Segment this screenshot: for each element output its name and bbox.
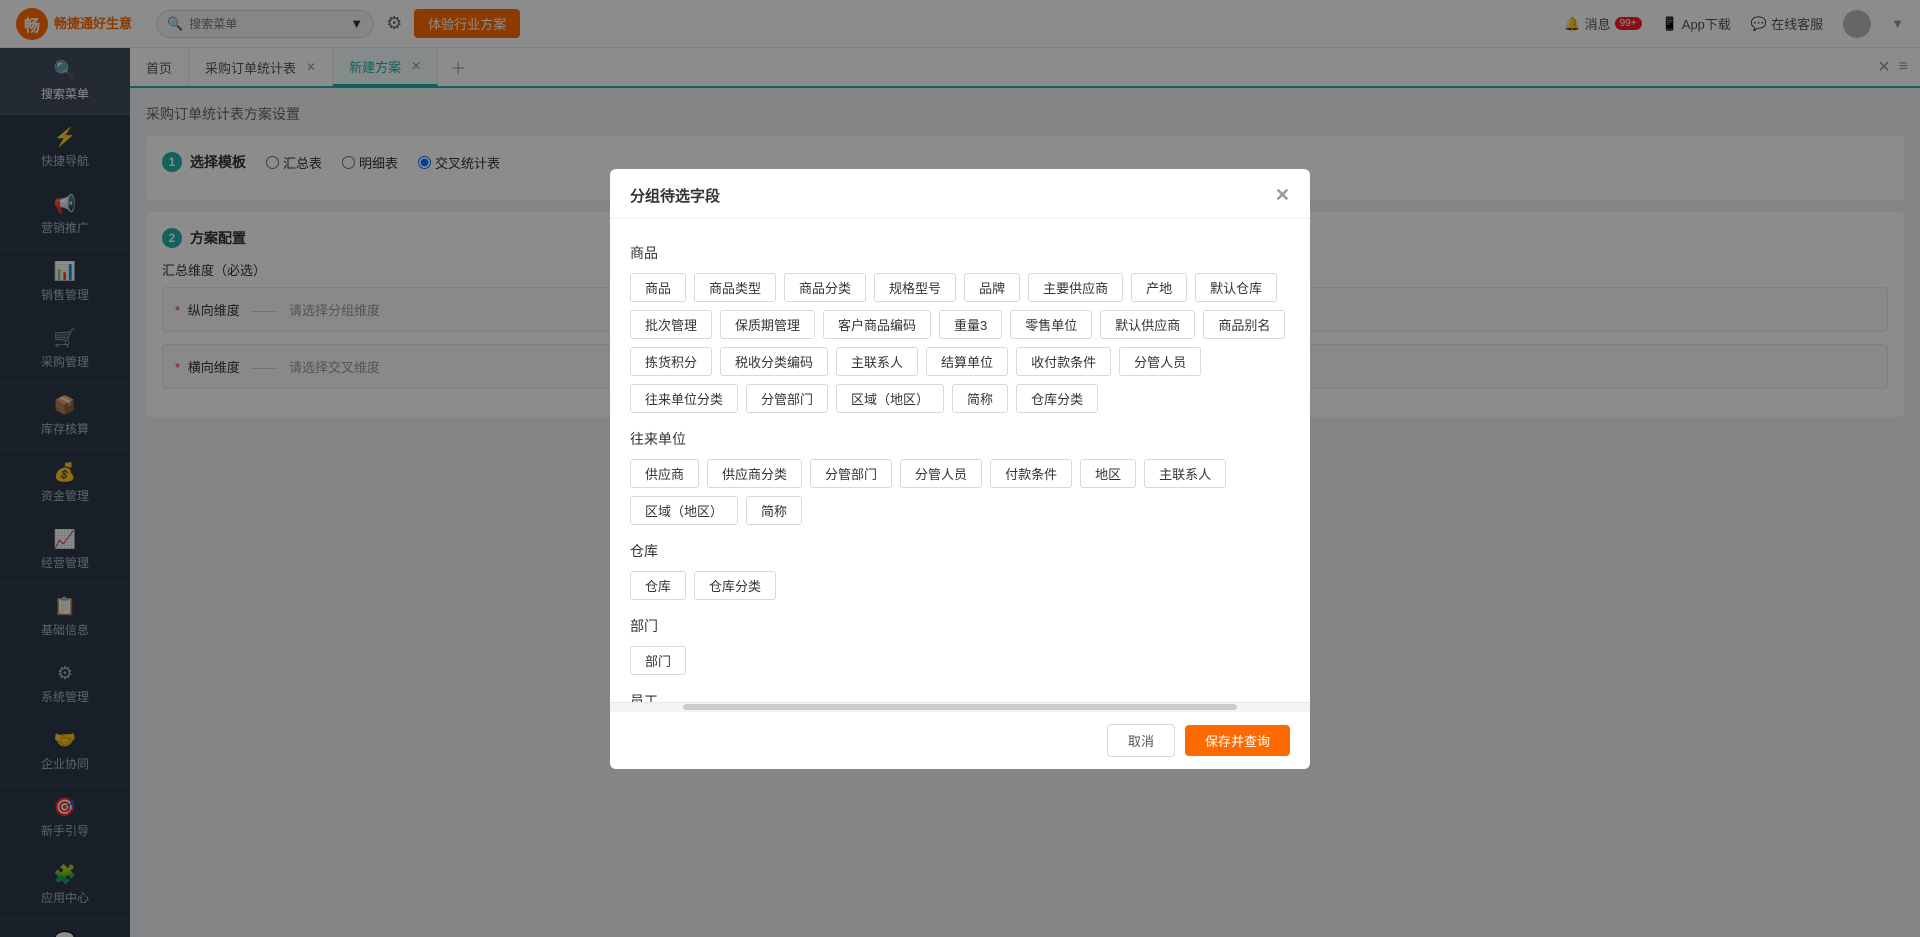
overlay: 分组待选字段 ✕ 商品 商品 商品类型 商品分类 规格型号 品牌 主要供应商 产… <box>0 0 1920 937</box>
field-pick-points[interactable]: 拣货积分 <box>630 347 712 376</box>
field-partner-category[interactable]: 往来单位分类 <box>630 384 738 413</box>
section-title-employee: 员工 <box>630 691 1290 702</box>
field-supplier[interactable]: 供应商 <box>630 459 699 488</box>
section-title-warehouse: 仓库 <box>630 541 1290 561</box>
department-fields: 部门 <box>630 646 1290 675</box>
field-partner-region[interactable]: 区域（地区） <box>630 496 738 525</box>
field-warehouse-category[interactable]: 仓库分类 <box>1016 384 1098 413</box>
dialog-header: 分组待选字段 ✕ <box>610 169 1310 219</box>
product-fields: 商品 商品类型 商品分类 规格型号 品牌 主要供应商 产地 默认仓库 批次管理 … <box>630 273 1290 413</box>
field-retail-unit[interactable]: 零售单位 <box>1010 310 1092 339</box>
field-default-supplier[interactable]: 默认供应商 <box>1100 310 1195 339</box>
field-product-alias[interactable]: 商品别名 <box>1203 310 1285 339</box>
field-warehouse-cat[interactable]: 仓库分类 <box>694 571 776 600</box>
field-origin[interactable]: 产地 <box>1131 273 1187 302</box>
cancel-button[interactable]: 取消 <box>1107 724 1175 757</box>
field-area[interactable]: 地区 <box>1080 459 1136 488</box>
dialog-footer: 取消 保存并查询 <box>610 711 1310 769</box>
field-partner-dept[interactable]: 分管部门 <box>810 459 892 488</box>
field-region[interactable]: 区域（地区） <box>836 384 944 413</box>
field-default-warehouse[interactable]: 默认仓库 <box>1195 273 1277 302</box>
field-partner-manager[interactable]: 分管人员 <box>900 459 982 488</box>
partner-fields: 供应商 供应商分类 分管部门 分管人员 付款条件 地区 主联系人 区域（地区） … <box>630 459 1290 525</box>
field-warehouse[interactable]: 仓库 <box>630 571 686 600</box>
field-settlement-unit[interactable]: 结算单位 <box>926 347 1008 376</box>
field-department[interactable]: 部门 <box>630 646 686 675</box>
field-expiry-manage[interactable]: 保质期管理 <box>720 310 815 339</box>
field-payment-terms[interactable]: 收付款条件 <box>1016 347 1111 376</box>
dialog-horizontal-scrollbar[interactable] <box>610 702 1310 711</box>
field-short-name[interactable]: 简称 <box>952 384 1008 413</box>
section-title-department: 部门 <box>630 616 1290 636</box>
field-main-supplier[interactable]: 主要供应商 <box>1028 273 1123 302</box>
dialog-close-button[interactable]: ✕ <box>1275 185 1290 206</box>
scrollbar-thumb <box>683 704 1237 710</box>
field-spec-type[interactable]: 规格型号 <box>874 273 956 302</box>
field-batch-manage[interactable]: 批次管理 <box>630 310 712 339</box>
field-tax-category-code[interactable]: 税收分类编码 <box>720 347 828 376</box>
field-partner-short-name[interactable]: 简称 <box>746 496 802 525</box>
dialog-title: 分组待选字段 <box>630 185 720 206</box>
field-weight3[interactable]: 重量3 <box>939 310 1002 339</box>
field-manage-dept[interactable]: 分管部门 <box>746 384 828 413</box>
save-query-button[interactable]: 保存并查询 <box>1185 725 1290 756</box>
field-product-category[interactable]: 商品分类 <box>784 273 866 302</box>
field-brand[interactable]: 品牌 <box>964 273 1020 302</box>
field-supplier-category[interactable]: 供应商分类 <box>707 459 802 488</box>
field-payment-condition[interactable]: 付款条件 <box>990 459 1072 488</box>
field-select-dialog: 分组待选字段 ✕ 商品 商品 商品类型 商品分类 规格型号 品牌 主要供应商 产… <box>610 169 1310 769</box>
field-partner-main-contact[interactable]: 主联系人 <box>1144 459 1226 488</box>
field-product[interactable]: 商品 <box>630 273 686 302</box>
section-title-partner: 往来单位 <box>630 429 1290 449</box>
section-title-product: 商品 <box>630 243 1290 263</box>
field-main-contact[interactable]: 主联系人 <box>836 347 918 376</box>
dialog-body: 商品 商品 商品类型 商品分类 规格型号 品牌 主要供应商 产地 默认仓库 批次… <box>610 219 1310 702</box>
warehouse-fields: 仓库 仓库分类 <box>630 571 1290 600</box>
field-manager[interactable]: 分管人员 <box>1119 347 1201 376</box>
field-product-type[interactable]: 商品类型 <box>694 273 776 302</box>
field-customer-product-code[interactable]: 客户商品编码 <box>823 310 931 339</box>
